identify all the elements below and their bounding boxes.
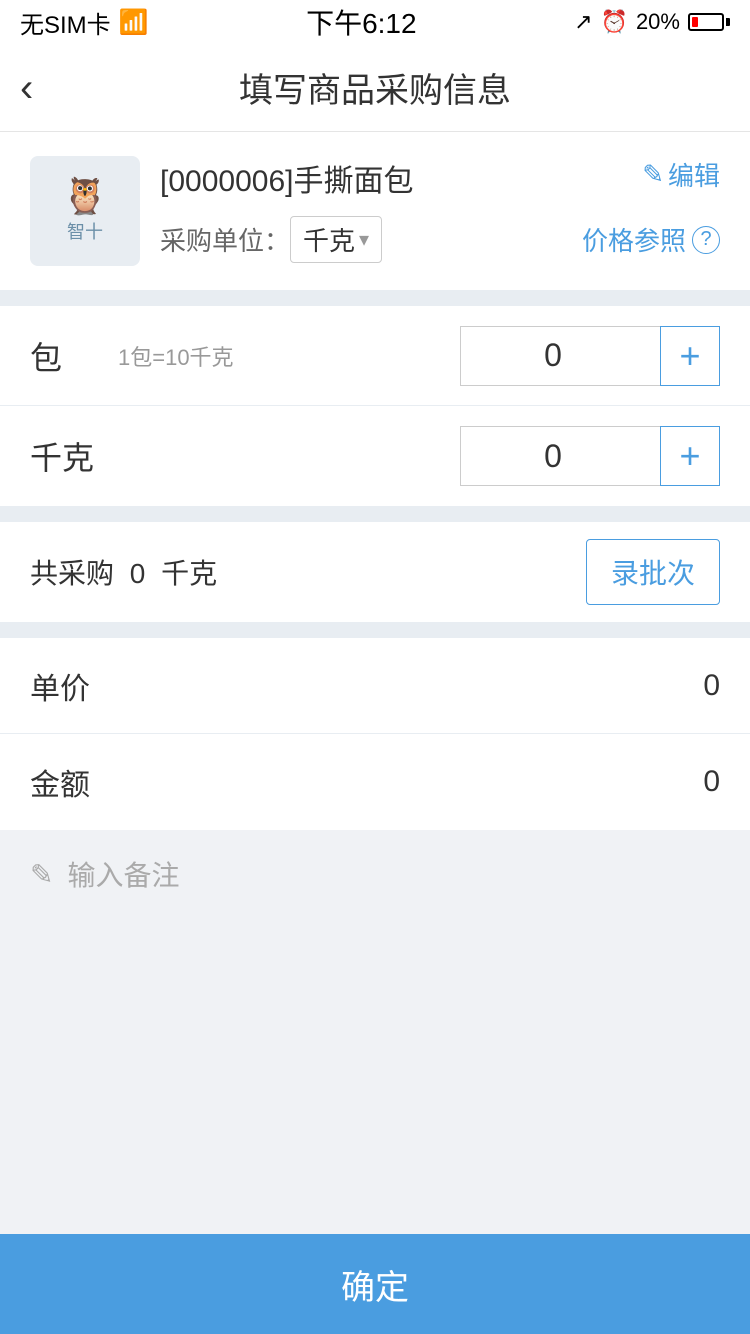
price-ref-help-icon: ? <box>692 226 720 254</box>
batch-button[interactable]: 录批次 <box>586 539 720 605</box>
section-separator-1 <box>0 290 750 306</box>
product-image: 🦉 智十 <box>30 156 140 266</box>
total-unit: 千克 <box>161 558 217 589</box>
amount-row: 金额 0 <box>0 734 750 830</box>
info-section: 单价 0 金额 0 <box>0 638 750 830</box>
total-label: 共采购 0 千克 <box>30 552 217 592</box>
confirm-button[interactable]: 确定 <box>341 1260 409 1309</box>
amount-value: 0 <box>703 765 720 799</box>
note-pencil-icon: ✎ <box>30 858 53 891</box>
status-time: 下午6:12 <box>306 2 417 42</box>
wifi-icon: 📶 <box>119 8 149 37</box>
bao-qty-input[interactable] <box>460 326 660 386</box>
amount-label: 金额 <box>30 760 90 804</box>
kg-plus-button[interactable]: + <box>660 426 720 486</box>
status-bar: 无SIM卡 📶 下午6:12 ↗ ⏰ 20% <box>0 0 750 44</box>
carrier-text: 无SIM卡 <box>20 5 111 40</box>
note-placeholder-text: 输入备注 <box>67 854 179 894</box>
section-separator-2 <box>0 506 750 522</box>
section-separator-3 <box>0 622 750 638</box>
bao-sublabel: 1包=10千克 <box>118 340 234 372</box>
bao-qty-wrap: + <box>460 326 720 386</box>
product-card: 🦉 智十 [0000006]手撕面包 ✎ 编辑 采购单位： 千克 ▾ <box>0 132 750 290</box>
unit-dropdown-arrow: ▾ <box>359 227 369 252</box>
battery-icon <box>688 13 730 31</box>
status-right: ↗ ⏰ 20% <box>574 9 730 35</box>
total-prefix: 共采购 <box>30 558 114 589</box>
bao-label: 包 <box>30 333 110 379</box>
total-row: 共采购 0 千克 录批次 <box>0 522 750 622</box>
status-left: 无SIM卡 📶 <box>20 5 149 40</box>
kg-input-row: 千克 + <box>0 406 750 506</box>
product-name: [0000006]手撕面包 <box>160 156 413 200</box>
kg-qty-input[interactable] <box>460 426 660 486</box>
quantity-input-section: 包 1包=10千克 + 千克 + <box>0 306 750 506</box>
unit-price-row: 单价 0 <box>0 638 750 734</box>
product-logo-icon: 🦉 <box>63 178 108 214</box>
nav-bar: ‹ 填写商品采购信息 <box>0 44 750 132</box>
total-quantity: 0 <box>130 558 146 589</box>
unit-label: 采购单位： <box>160 221 290 258</box>
edit-icon: ✎ <box>642 159 664 190</box>
price-ref-button[interactable]: 价格参照 ? <box>582 221 720 258</box>
back-button[interactable]: ‹ <box>20 68 33 108</box>
note-row[interactable]: ✎ 输入备注 <box>0 830 750 918</box>
bao-plus-button[interactable]: + <box>660 326 720 386</box>
unit-select[interactable]: 千克 ▾ <box>290 216 382 263</box>
price-ref-label: 价格参照 <box>582 221 686 258</box>
unit-price-label: 单价 <box>30 664 90 708</box>
battery-percent: 20% <box>636 9 680 35</box>
location-icon: ↗ <box>574 9 592 35</box>
alarm-icon: ⏰ <box>601 9 628 35</box>
page-title: 填写商品采购信息 <box>239 63 511 112</box>
kg-label: 千克 <box>30 433 110 479</box>
brand-label: 智十 <box>67 218 103 244</box>
bao-input-row: 包 1包=10千克 + <box>0 306 750 406</box>
kg-qty-wrap: + <box>460 426 720 486</box>
confirm-bar[interactable]: 确定 <box>0 1234 750 1334</box>
bottom-spacer <box>0 918 750 1118</box>
unit-value: 千克 <box>303 221 355 258</box>
unit-price-value: 0 <box>703 669 720 703</box>
edit-label: 编辑 <box>668 156 720 193</box>
product-info: [0000006]手撕面包 ✎ 编辑 采购单位： 千克 ▾ 价格参照 ? <box>160 156 720 263</box>
edit-button[interactable]: ✎ 编辑 <box>642 156 720 193</box>
